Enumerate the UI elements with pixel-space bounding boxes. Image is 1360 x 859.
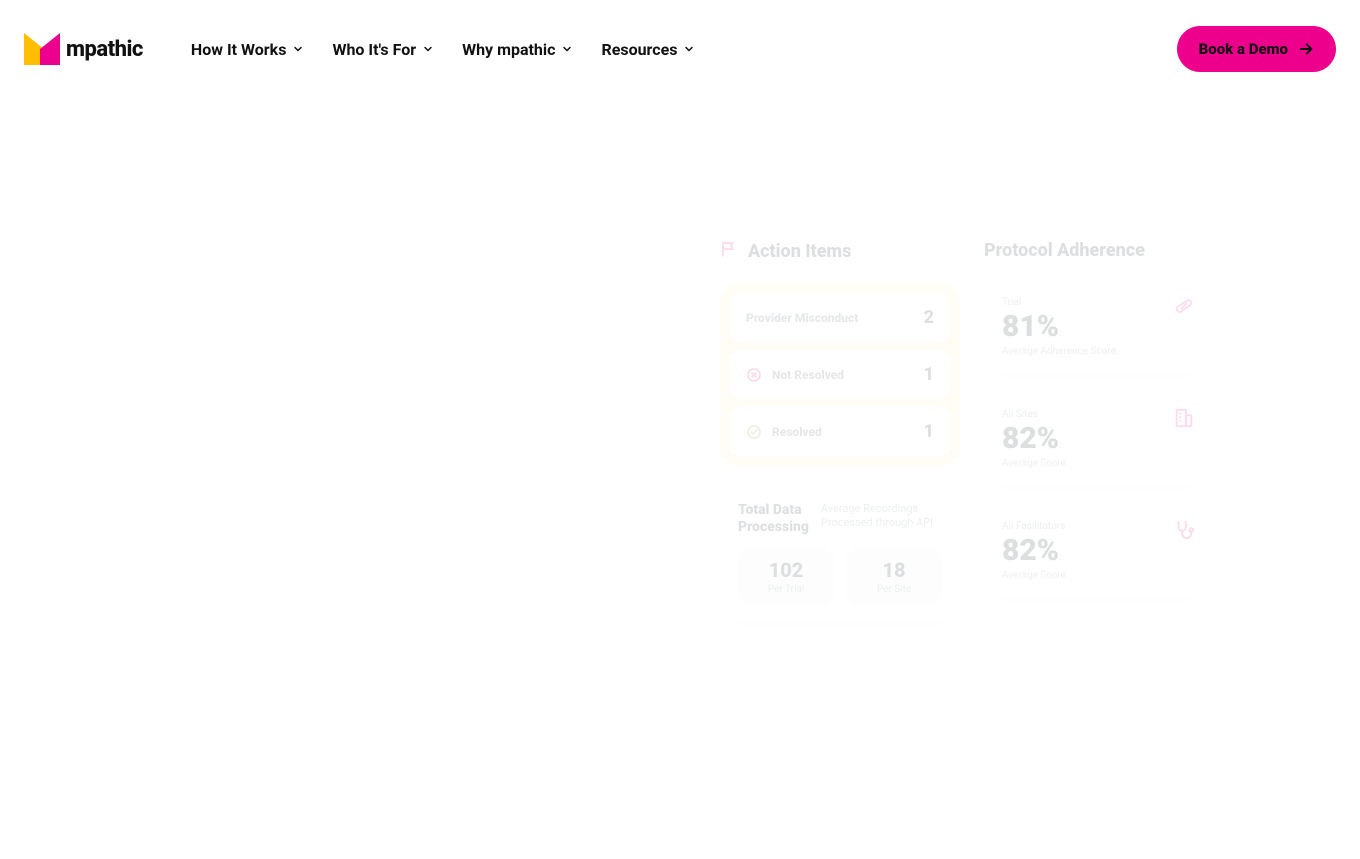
chevron-down-icon bbox=[683, 43, 695, 55]
adherence-bottom-label: Average Adherence Score bbox=[1002, 346, 1191, 357]
check-circle-icon bbox=[746, 424, 762, 440]
section-title-text: Protocol Adherence bbox=[984, 240, 1145, 261]
adherence-bottom-label: Average Score bbox=[1002, 570, 1191, 581]
stat-label: Per Trial bbox=[750, 584, 822, 595]
adherence-top-label: Trial bbox=[1002, 297, 1191, 308]
dashboard-preview: Action Items Provider Misconduct 2 Not R… bbox=[720, 240, 1220, 621]
logo-text: mpathic bbox=[66, 37, 143, 62]
nav-label: Who It's For bbox=[332, 40, 416, 59]
stethoscope-icon bbox=[1173, 519, 1195, 545]
chevron-down-icon bbox=[422, 43, 434, 55]
logo[interactable]: mpathic bbox=[24, 33, 143, 65]
building-icon bbox=[1173, 407, 1195, 433]
stat-value: 102 bbox=[750, 558, 822, 582]
nav-why-mpathic[interactable]: Why mpathic bbox=[462, 40, 573, 59]
nav-label: How It Works bbox=[191, 40, 287, 59]
action-items-title: Action Items bbox=[720, 240, 960, 263]
action-row-count: 1 bbox=[924, 421, 934, 442]
logo-mark-icon bbox=[24, 33, 60, 65]
adherence-facilitators-card: All Facilitators 82% Average Score bbox=[984, 505, 1209, 597]
adherence-percent: 81% bbox=[1002, 312, 1191, 342]
action-row-count: 2 bbox=[924, 307, 934, 328]
adherence-title: Protocol Adherence bbox=[984, 240, 1209, 261]
header: mpathic How It Works Who It's For Why mp… bbox=[0, 0, 1360, 98]
action-row-label: Provider Misconduct bbox=[746, 311, 914, 325]
action-row-label: Not Resolved bbox=[772, 368, 914, 382]
action-row-misconduct[interactable]: Provider Misconduct 2 bbox=[730, 293, 950, 342]
nav-label: Resources bbox=[601, 40, 677, 59]
dashboard-left-col: Action Items Provider Misconduct 2 Not R… bbox=[720, 240, 960, 621]
nav-how-it-works[interactable]: How It Works bbox=[191, 40, 305, 59]
stat-label: Per Site bbox=[858, 584, 930, 595]
processing-title: Total Data Processing bbox=[738, 502, 809, 536]
adherence-percent: 82% bbox=[1002, 424, 1191, 454]
action-items-card: Provider Misconduct 2 Not Resolved 1 Res… bbox=[720, 283, 960, 466]
x-circle-icon bbox=[746, 367, 762, 383]
book-demo-button[interactable]: Book a Demo bbox=[1177, 26, 1336, 72]
stat-per-site: 18 Per Site bbox=[846, 548, 942, 605]
nav-label: Why mpathic bbox=[462, 40, 555, 59]
action-row-count: 1 bbox=[924, 364, 934, 385]
flag-icon bbox=[720, 240, 738, 263]
adherence-percent: 82% bbox=[1002, 536, 1191, 566]
stat-value: 18 bbox=[858, 558, 930, 582]
adherence-sites-card: All Sites 82% Average Score bbox=[984, 393, 1209, 485]
primary-nav: How It Works Who It's For Why mpathic Re… bbox=[191, 40, 696, 59]
cta-label: Book a Demo bbox=[1199, 40, 1288, 58]
action-row-not-resolved[interactable]: Not Resolved 1 bbox=[730, 350, 950, 399]
dashboard-right-col: Protocol Adherence Trial 81% Average Adh… bbox=[984, 240, 1209, 597]
section-title-text: Action Items bbox=[748, 241, 851, 262]
pill-icon bbox=[1173, 295, 1195, 321]
adherence-top-label: All Sites bbox=[1002, 409, 1191, 420]
chevron-down-icon bbox=[561, 43, 573, 55]
processing-card: Total Data Processing Average Recordings… bbox=[720, 486, 960, 621]
adherence-trial-card: Trial 81% Average Adherence Score bbox=[984, 281, 1209, 373]
arrow-right-icon bbox=[1298, 41, 1314, 57]
action-row-resolved[interactable]: Resolved 1 bbox=[730, 407, 950, 456]
nav-who-its-for[interactable]: Who It's For bbox=[332, 40, 434, 59]
adherence-top-label: All Facilitators bbox=[1002, 521, 1191, 532]
nav-resources[interactable]: Resources bbox=[601, 40, 695, 59]
processing-subtitle: Average Recordings Processed through API bbox=[821, 502, 942, 536]
stat-per-trial: 102 Per Trial bbox=[738, 548, 834, 605]
adherence-bottom-label: Average Score bbox=[1002, 458, 1191, 469]
action-row-label: Resolved bbox=[772, 425, 914, 439]
chevron-down-icon bbox=[292, 43, 304, 55]
